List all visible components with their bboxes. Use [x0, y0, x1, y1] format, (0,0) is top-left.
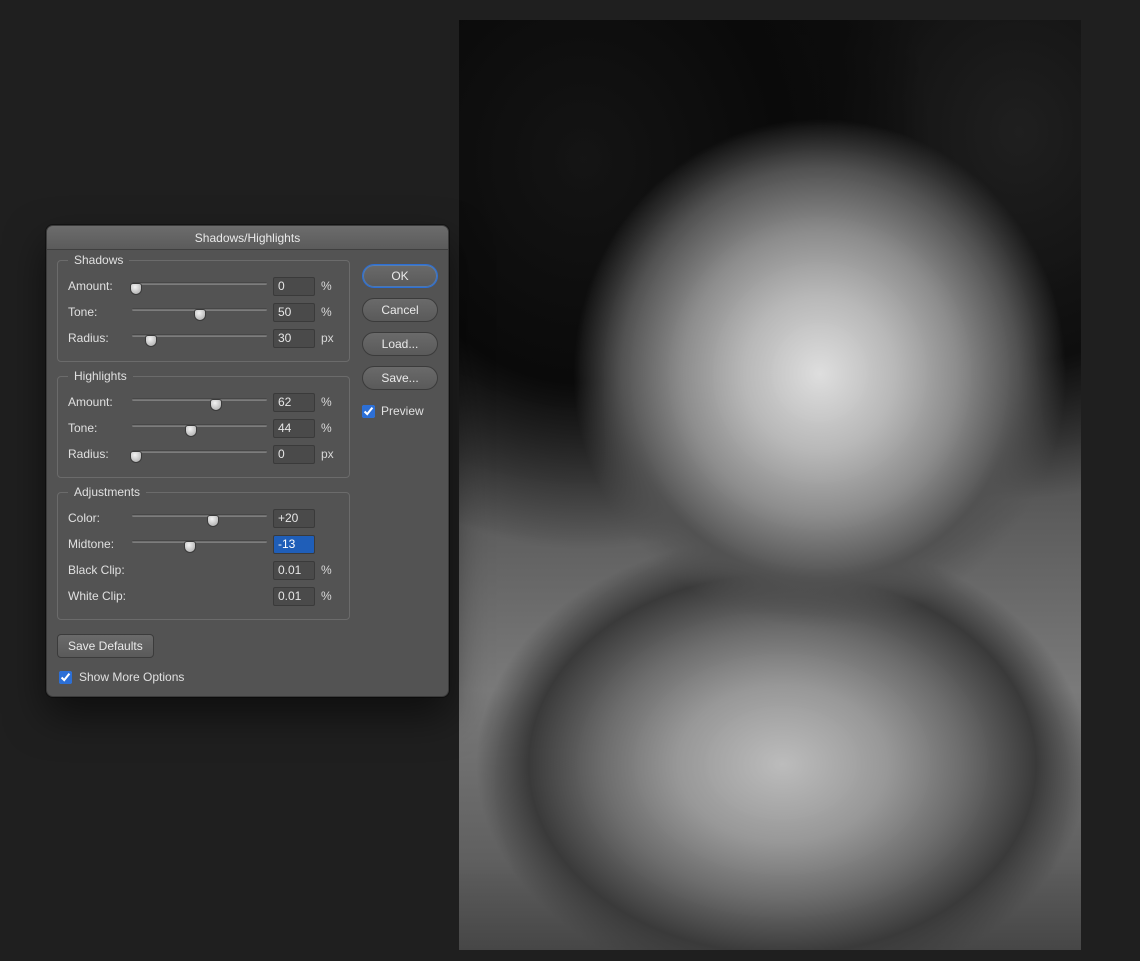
adjustments-legend: Adjustments: [68, 485, 146, 499]
preview-checkbox[interactable]: [362, 405, 375, 418]
midtone-label: Midtone:: [68, 537, 126, 551]
show-more-options-label: Show More Options: [79, 670, 184, 684]
preview-label: Preview: [381, 404, 424, 418]
shadows-amount-input[interactable]: [273, 277, 315, 296]
document-canvas[interactable]: [459, 20, 1081, 950]
shadows-tone-slider[interactable]: [132, 303, 267, 321]
color-input[interactable]: [273, 509, 315, 528]
shadows-tone-input[interactable]: [273, 303, 315, 322]
unit-label: %: [321, 279, 339, 293]
unit-label: %: [321, 395, 339, 409]
midtone-slider[interactable]: [132, 535, 267, 553]
unit-label: px: [321, 447, 339, 461]
shadows-legend: Shadows: [68, 253, 129, 267]
midtone-input[interactable]: [273, 535, 315, 554]
highlights-tone-label: Tone:: [68, 421, 126, 435]
shadows-highlights-dialog: Shadows/Highlights Shadows Amount: % Ton…: [46, 225, 449, 697]
shadows-group: Shadows Amount: % Tone:: [57, 260, 350, 362]
unit-label: %: [321, 421, 339, 435]
unit-label: %: [321, 305, 339, 319]
highlights-amount-input[interactable]: [273, 393, 315, 412]
highlights-amount-slider[interactable]: [132, 393, 267, 411]
slider-thumb-icon[interactable]: [130, 283, 142, 295]
white-clip-input[interactable]: [273, 587, 315, 606]
black-clip-input[interactable]: [273, 561, 315, 580]
highlights-amount-label: Amount:: [68, 395, 126, 409]
highlights-radius-input[interactable]: [273, 445, 315, 464]
highlights-radius-label: Radius:: [68, 447, 126, 461]
highlights-legend: Highlights: [68, 369, 133, 383]
slider-thumb-icon[interactable]: [210, 399, 222, 411]
shadows-radius-input[interactable]: [273, 329, 315, 348]
shadows-amount-slider[interactable]: [132, 277, 267, 295]
cancel-button[interactable]: Cancel: [362, 298, 438, 322]
dialog-title: Shadows/Highlights: [47, 226, 448, 250]
unit-label: px: [321, 331, 339, 345]
shadows-tone-label: Tone:: [68, 305, 126, 319]
unit-label: %: [321, 589, 339, 603]
save-defaults-button[interactable]: Save Defaults: [57, 634, 154, 658]
color-label: Color:: [68, 511, 126, 525]
highlights-tone-input[interactable]: [273, 419, 315, 438]
show-more-options-checkbox[interactable]: [59, 671, 72, 684]
black-clip-label: Black Clip:: [68, 563, 130, 577]
slider-thumb-icon[interactable]: [185, 425, 197, 437]
highlights-radius-slider[interactable]: [132, 445, 267, 463]
save-button[interactable]: Save...: [362, 366, 438, 390]
highlights-group: Highlights Amount: % Tone:: [57, 376, 350, 478]
slider-thumb-icon[interactable]: [207, 515, 219, 527]
shadows-radius-slider[interactable]: [132, 329, 267, 347]
color-slider[interactable]: [132, 509, 267, 527]
slider-thumb-icon[interactable]: [184, 541, 196, 553]
ok-button[interactable]: OK: [362, 264, 438, 288]
load-button[interactable]: Load...: [362, 332, 438, 356]
highlights-tone-slider[interactable]: [132, 419, 267, 437]
unit-label: %: [321, 563, 339, 577]
shadows-radius-label: Radius:: [68, 331, 126, 345]
adjustments-group: Adjustments Color: Midtone:: [57, 492, 350, 620]
slider-thumb-icon[interactable]: [194, 309, 206, 321]
slider-thumb-icon[interactable]: [130, 451, 142, 463]
slider-thumb-icon[interactable]: [145, 335, 157, 347]
white-clip-label: White Clip:: [68, 589, 130, 603]
shadows-amount-label: Amount:: [68, 279, 126, 293]
